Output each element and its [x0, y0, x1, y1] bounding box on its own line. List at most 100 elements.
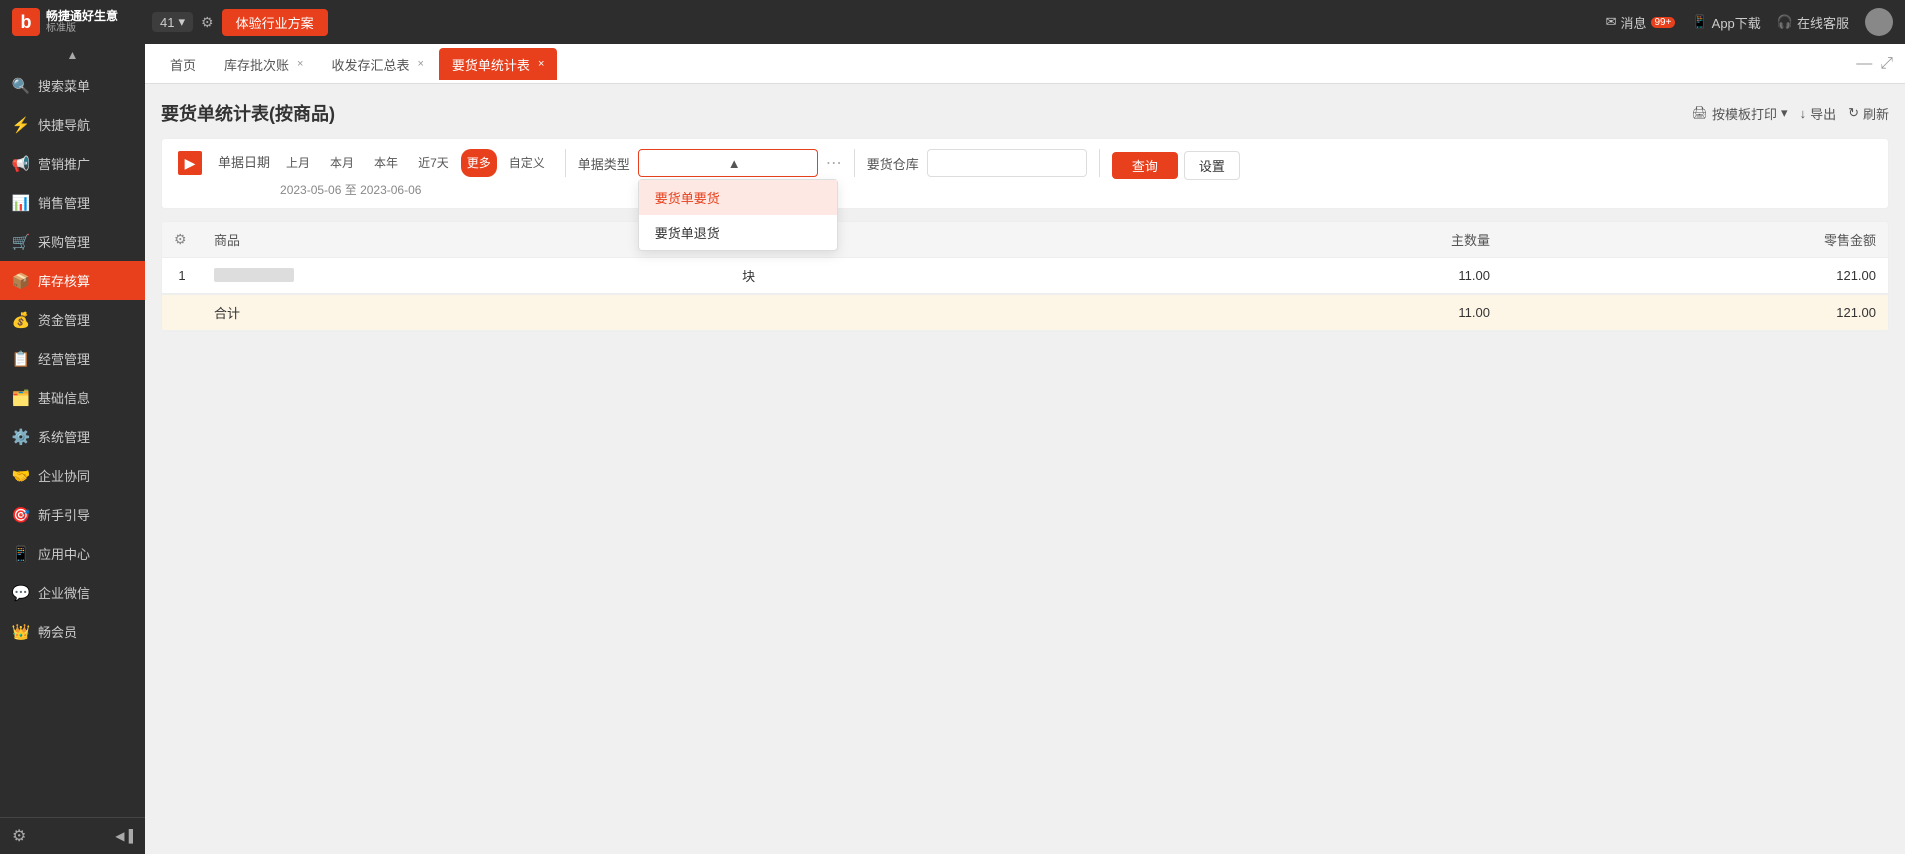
data-table: ⚙ 商品 主计量单位 主数量 零 — [162, 222, 1888, 331]
tab-collection-summary-label: 收发存汇总表 — [331, 55, 409, 74]
avatar[interactable] — [1865, 8, 1893, 36]
main-layout: ▲ 🔍 搜索菜单 ⚡ 快捷导航 📢 营销推广 📊 销售管理 🛒 采购管理 📦 库… — [0, 44, 1905, 854]
sidebar-item-quick-nav[interactable]: ⚡ 快捷导航 — [0, 105, 145, 144]
sidebar-item-enterprise[interactable]: 🤝 企业协同 — [0, 456, 145, 495]
table-row: 1 块 11.00 121.00 — [162, 258, 1888, 295]
voucher-type-input[interactable]: ▲ — [638, 149, 818, 177]
basic-info-icon: 🗂️ — [12, 389, 30, 407]
tab-order-summary[interactable]: 要货单统计表 × — [439, 48, 557, 80]
quick-nav-icon: ⚡ — [12, 116, 30, 134]
top-header: b 畅捷通好生意 标准版 41 ▾ ⚙ 体验行业方案 ✉ 消息 99+ 📱 Ap… — [0, 0, 1905, 44]
tab-inventory-batch-label: 库存批次账 — [224, 55, 289, 74]
toolbar-btns: 查询 设置 — [1112, 151, 1240, 180]
print-label: 按模板打印 — [1712, 104, 1777, 123]
sidebar-footer: ⚙ ◀▐ — [0, 817, 145, 854]
print-icon: 🖨 — [1692, 105, 1709, 121]
sidebar-item-purchase[interactable]: 🛒 采购管理 — [0, 222, 145, 261]
cell-seq: 1 — [162, 258, 202, 295]
dropdown-item-goods[interactable]: 要货单要货 — [639, 180, 837, 215]
expand-filter-btn[interactable]: ▶ — [178, 151, 202, 175]
filter-divider-3 — [1099, 149, 1100, 177]
tab-collection-summary-close[interactable]: × — [417, 58, 423, 70]
sidebar-item-sales[interactable]: 📊 销售管理 — [0, 183, 145, 222]
sidebar-label-finance: 资金管理 — [38, 310, 90, 329]
app-center-icon: 📱 — [12, 545, 30, 563]
tab-inventory-batch-close[interactable]: × — [297, 58, 303, 70]
sidebar-label-system: 系统管理 — [38, 427, 90, 446]
refresh-label: 刷新 — [1863, 104, 1889, 123]
more-options-icon[interactable]: ⋯ — [826, 153, 842, 173]
date-btn-this-month[interactable]: 本月 — [322, 149, 362, 177]
sidebar-item-wechat[interactable]: 💬 企业微信 — [0, 573, 145, 612]
sidebar-item-operation[interactable]: 📋 经营管理 — [0, 339, 145, 378]
tab-expand-btn[interactable]: ⤢ — [1880, 55, 1893, 73]
sidebar-item-guide[interactable]: 🎯 新手引导 — [0, 495, 145, 534]
content-area: 首页 库存批次账 × 收发存汇总表 × 要货单统计表 × — ⤢ 要货 — [145, 44, 1905, 854]
export-btn[interactable]: ↓ 导出 — [1800, 104, 1837, 123]
cell-amount: 121.00 — [1502, 258, 1888, 295]
marketing-icon: 📢 — [12, 155, 30, 173]
logo-area: b 畅捷通好生意 标准版 — [12, 8, 142, 36]
sidebar-item-search[interactable]: 🔍 搜索菜单 — [0, 66, 145, 105]
tab-minimize-btn[interactable]: — — [1856, 55, 1872, 73]
tab-home[interactable]: 首页 — [157, 48, 209, 80]
sidebar-item-basic-info[interactable]: 🗂️ 基础信息 — [0, 378, 145, 417]
warehouse-input[interactable] — [927, 149, 1087, 177]
sidebar-label-wechat: 企业微信 — [38, 583, 90, 602]
sidebar-item-app-center[interactable]: 📱 应用中心 — [0, 534, 145, 573]
page-toolbar: 🖨 按模板打印 ▾ ↓ 导出 ↻ 刷新 — [1692, 104, 1890, 123]
print-btn[interactable]: 🖨 按模板打印 ▾ — [1692, 104, 1788, 123]
sidebar-item-system[interactable]: ⚙️ 系统管理 — [0, 417, 145, 456]
cell-unit: 块 — [730, 258, 1182, 295]
col-quantity: 主数量 — [1182, 222, 1502, 258]
footer-settings-col — [162, 294, 202, 331]
refresh-btn[interactable]: ↻ 刷新 — [1848, 104, 1889, 123]
member-icon: 👑 — [12, 623, 30, 641]
service-btn[interactable]: 🎧 在线客服 — [1777, 13, 1849, 32]
tab-actions: — ⤢ — [1856, 55, 1893, 73]
sidebar-settings-icon[interactable]: ⚙ — [12, 826, 26, 846]
date-btn-last-month[interactable]: 上月 — [278, 149, 318, 177]
trial-btn[interactable]: 体验行业方案 — [222, 9, 328, 36]
workspace-dropdown[interactable]: 41 ▾ — [152, 12, 193, 32]
messages-btn[interactable]: ✉ 消息 99+ — [1606, 13, 1676, 32]
app-download-btn[interactable]: 📱 App下载 — [1691, 13, 1760, 32]
table-footer-row: 合计 11.00 121.00 — [162, 294, 1888, 331]
table-gear-icon[interactable]: ⚙ — [174, 231, 187, 247]
app-download-label: App下载 — [1712, 13, 1761, 32]
sidebar-item-finance[interactable]: 💰 资金管理 — [0, 300, 145, 339]
app-title: 畅捷通好生意 — [46, 9, 118, 23]
settings-icon[interactable]: ⚙ — [201, 14, 214, 31]
sidebar-label-enterprise: 企业协同 — [38, 466, 90, 485]
dropdown-item-return-label: 要货单退货 — [655, 226, 720, 241]
tab-inventory-batch[interactable]: 库存批次账 × — [211, 48, 316, 80]
wechat-icon: 💬 — [12, 584, 30, 602]
dropdown-item-goods-label: 要货单要货 — [655, 191, 720, 206]
dropdown-item-return[interactable]: 要货单退货 — [639, 215, 837, 250]
sidebar-item-member[interactable]: 👑 畅会员 — [0, 612, 145, 651]
date-btn-this-year[interactable]: 本年 — [366, 149, 406, 177]
sidebar-label-marketing: 营销推广 — [38, 154, 90, 173]
cell-product — [202, 258, 730, 295]
date-btn-7days[interactable]: 近7天 — [410, 149, 457, 177]
sidebar-scroll-up[interactable]: ▲ — [0, 44, 145, 66]
header-right: ✉ 消息 99+ 📱 App下载 🎧 在线客服 — [1606, 8, 1893, 36]
filter-settings-btn[interactable]: 设置 — [1184, 151, 1240, 180]
col-amount-label: 零售金额 — [1824, 233, 1876, 248]
col-settings: ⚙ — [162, 222, 202, 258]
sidebar-label-purchase: 采购管理 — [38, 232, 90, 251]
sidebar-label-basic-info: 基础信息 — [38, 388, 90, 407]
tab-order-summary-close[interactable]: × — [538, 58, 544, 70]
sidebar-item-inventory[interactable]: 📦 库存核算 — [0, 261, 145, 300]
query-btn[interactable]: 查询 — [1112, 152, 1178, 179]
tab-home-label: 首页 — [170, 55, 196, 74]
date-btn-custom[interactable]: 自定义 — [501, 149, 553, 177]
guide-icon: 🎯 — [12, 506, 30, 524]
phone-icon: 📱 — [1691, 14, 1707, 30]
col-quantity-label: 主数量 — [1451, 233, 1490, 248]
sidebar-collapse-btn[interactable]: ◀▐ — [115, 829, 133, 843]
sidebar-item-marketing[interactable]: 📢 营销推广 — [0, 144, 145, 183]
tab-collection-summary[interactable]: 收发存汇总表 × — [318, 48, 436, 80]
workspace-label: 41 — [160, 15, 174, 30]
date-btn-more[interactable]: 更多 — [461, 149, 497, 177]
